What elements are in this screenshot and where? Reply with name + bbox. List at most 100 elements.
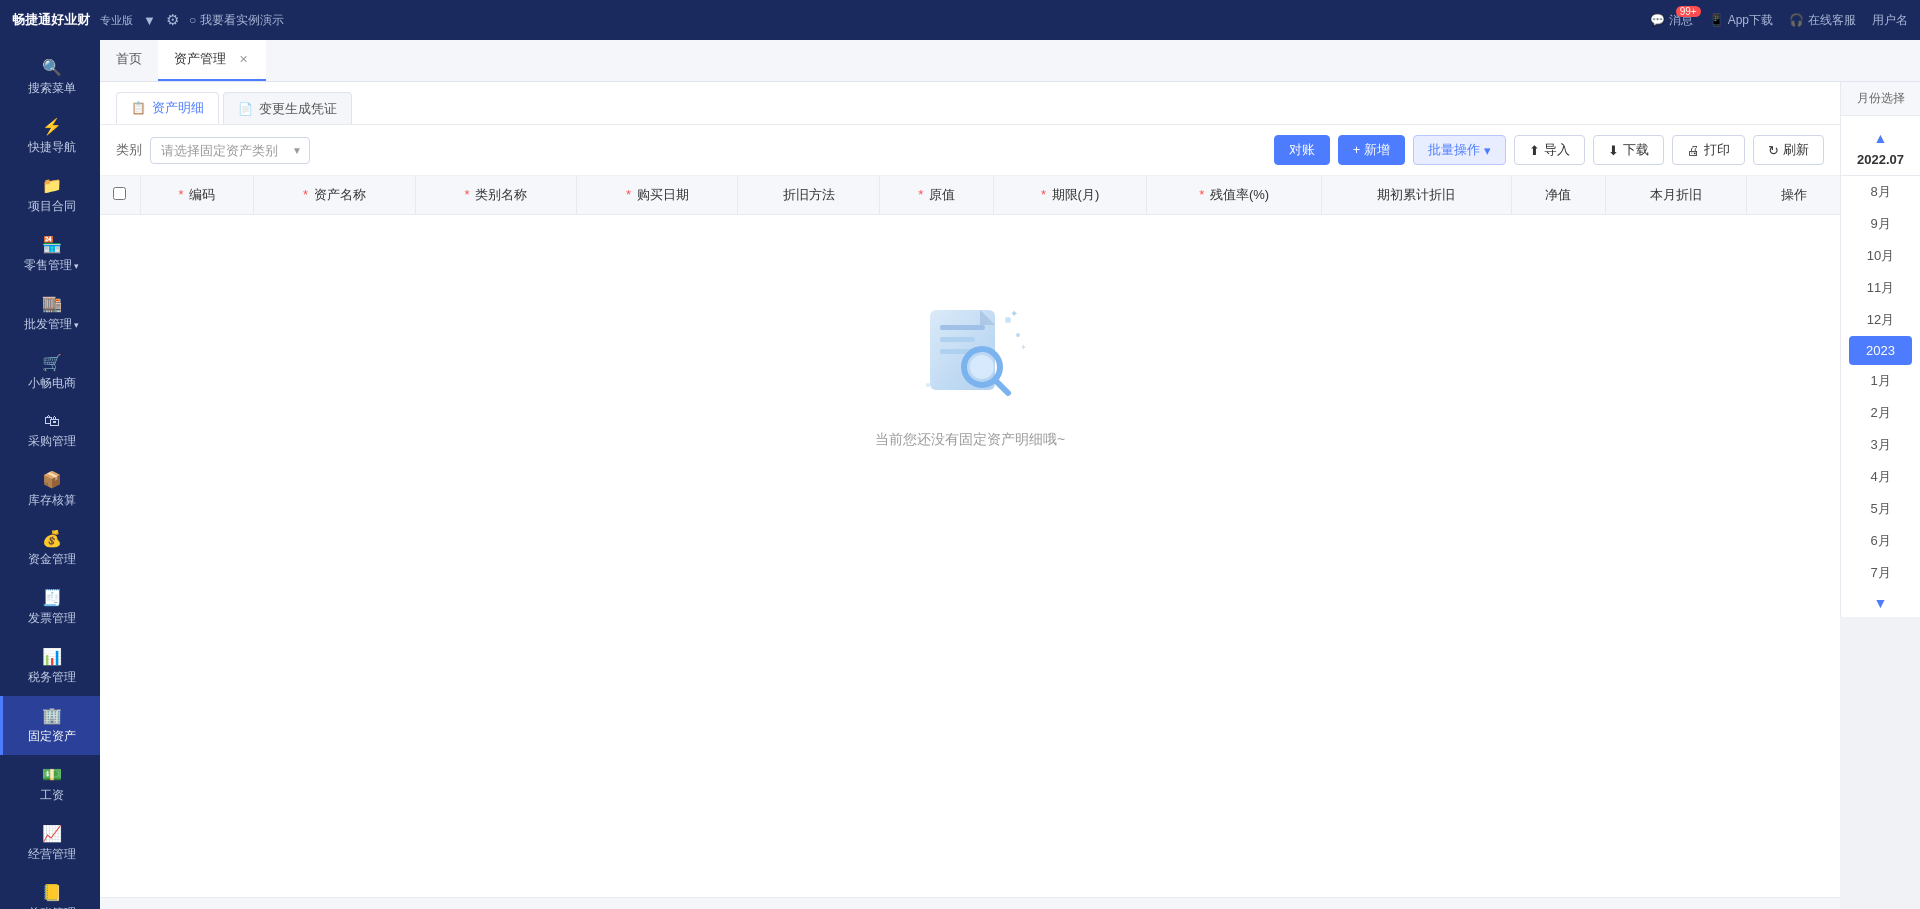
add-button[interactable]: + 新增 <box>1338 135 1405 165</box>
toolbar-right: 对账 + 新增 批量操作 ▾ ⬆ 导入 ⬇ 下载 <box>1274 135 1824 165</box>
online-service-btn[interactable]: 🎧 在线客服 <box>1789 12 1856 29</box>
tab-close-icon[interactable]: ✕ <box>236 52 250 66</box>
batch-button[interactable]: 批量操作 ▾ <box>1413 135 1506 165</box>
th-code: * 编码 <box>140 176 254 215</box>
sub-tab-voucher-label: 变更生成凭证 <box>259 100 337 118</box>
sidebar-item-wholesale[interactable]: 🏬 批发管理 ▾ <box>0 284 100 343</box>
demo-link[interactable]: ○ 我要看实例演示 <box>189 12 284 29</box>
online-service-label: 在线客服 <box>1808 12 1856 29</box>
empty-state-cell: ✦ ✦ 当前您还没有固定资产明细哦~ <box>100 215 1840 530</box>
sidebar-item-quicknav[interactable]: ⚡ 快捷导航 <box>0 107 100 166</box>
filter-select-wrapper: 请选择固定资产类别 <box>150 137 310 164</box>
user-name[interactable]: 用户名 <box>1872 12 1908 29</box>
month-list: 8月 9月 10月 11月 12月 2023 1月 2月 3月 4月 5月 6月… <box>1841 176 1920 589</box>
month-item-10[interactable]: 10月 <box>1841 240 1920 272</box>
month-item-7[interactable]: 7月 <box>1841 557 1920 589</box>
month-item-2[interactable]: 2月 <box>1841 397 1920 429</box>
demo-label: 我要看实例演示 <box>200 12 284 29</box>
svg-point-8 <box>1016 333 1020 337</box>
sidebar-item-retail[interactable]: 🏪 零售管理 ▾ <box>0 225 100 284</box>
month-item-3[interactable]: 3月 <box>1841 429 1920 461</box>
sidebar-item-salary[interactable]: 💵 工资 <box>0 755 100 814</box>
month-item-6[interactable]: 6月 <box>1841 525 1920 557</box>
sidebar-item-inventory[interactable]: 📦 库存核算 <box>0 460 100 519</box>
month-item-11[interactable]: 11月 <box>1841 272 1920 304</box>
category-select[interactable]: 请选择固定资产类别 <box>150 137 310 164</box>
import-button[interactable]: ⬆ 导入 <box>1514 135 1585 165</box>
sidebar-item-search[interactable]: 🔍 搜索菜单 <box>0 48 100 107</box>
svg-text:✦: ✦ <box>1020 343 1027 352</box>
svg-rect-2 <box>940 337 975 342</box>
sidebar-item-ecommerce[interactable]: 🛒 小畅电商 <box>0 343 100 402</box>
sub-tabs: 📋 资产明细 📄 变更生成凭证 <box>100 82 1840 125</box>
th-net-value: 净值 <box>1511 176 1605 215</box>
table-body: ✦ ✦ 当前您还没有固定资产明细哦~ <box>100 215 1840 530</box>
th-method: 折旧方法 <box>738 176 880 215</box>
settings-icon[interactable]: ⚙ <box>166 11 179 29</box>
import-label: 导入 <box>1544 141 1570 159</box>
sidebar-item-project[interactable]: 📁 项目合同 <box>0 166 100 225</box>
import-icon: ⬆ <box>1529 143 1540 158</box>
month-panel-wrapper: 月份选择 ▲ 2022.07 8月 9月 10月 11月 12月 2023 <box>1840 82 1920 909</box>
sidebar-ledger-label: 总账管理 <box>28 905 76 909</box>
sub-tab-voucher[interactable]: 📄 变更生成凭证 <box>223 92 352 124</box>
tab-home[interactable]: 首页 <box>100 40 158 81</box>
print-button[interactable]: 🖨 打印 <box>1672 135 1745 165</box>
table-container: * 编码 * 资产名称 * 类别名称 <box>100 176 1840 897</box>
sub-tab-detail-label: 资产明细 <box>152 99 204 117</box>
sidebar-item-ledger[interactable]: 📒 总账管理 <box>0 873 100 909</box>
th-original-value: * 原值 <box>880 176 994 215</box>
sidebar-item-invoice[interactable]: 🧾 发票管理 <box>0 578 100 637</box>
sidebar-item-tax[interactable]: 📊 税务管理 <box>0 637 100 696</box>
sidebar-salary-label: 工资 <box>40 787 64 804</box>
main-content: 📋 资产明细 📄 变更生成凭证 类别 <box>100 82 1840 909</box>
headset-icon: 🎧 <box>1789 13 1804 27</box>
sidebar-assets-label: 固定资产 <box>28 728 76 745</box>
search-icon: 🔍 <box>42 58 62 77</box>
bottom-scrollbar[interactable] <box>100 897 1840 909</box>
sidebar-item-assets[interactable]: 🏢 固定资产 <box>0 696 100 755</box>
refresh-label: 刷新 <box>1783 141 1809 159</box>
sidebar-item-business[interactable]: 📈 经营管理 <box>0 814 100 873</box>
month-item-4[interactable]: 4月 <box>1841 461 1920 493</box>
svg-line-6 <box>995 380 1008 393</box>
ecommerce-icon: 🛒 <box>42 353 62 372</box>
month-item-2023[interactable]: 2023 <box>1849 336 1912 365</box>
month-next-btn[interactable]: ▼ <box>1868 593 1894 613</box>
month-item-12[interactable]: 12月 <box>1841 304 1920 336</box>
sidebar-retail-label: 零售管理 <box>24 257 72 274</box>
month-item-1[interactable]: 1月 <box>1841 365 1920 397</box>
tab-assets[interactable]: 资产管理 ✕ <box>158 40 266 81</box>
month-item-8[interactable]: 8月 <box>1841 176 1920 208</box>
refresh-button[interactable]: ↻ 刷新 <box>1753 135 1824 165</box>
company-dropdown[interactable]: ▼ <box>143 13 156 28</box>
retail-icon: 🏪 <box>42 235 62 254</box>
download-button[interactable]: ⬇ 下载 <box>1593 135 1664 165</box>
content-wrapper: 📋 资产明细 📄 变更生成凭证 类别 <box>100 82 1920 909</box>
app-download-btn[interactable]: 📱 App下载 <box>1709 12 1773 29</box>
message-icon: 💬 <box>1650 13 1665 27</box>
empty-row: ✦ ✦ 当前您还没有固定资产明细哦~ <box>100 215 1840 530</box>
month-item-9[interactable]: 9月 <box>1841 208 1920 240</box>
svg-text:✦: ✦ <box>1010 308 1018 319</box>
sidebar-item-finance[interactable]: 💰 资金管理 <box>0 519 100 578</box>
sidebar-item-purchase[interactable]: 🛍 采购管理 <box>0 402 100 460</box>
month-item-5[interactable]: 5月 <box>1841 493 1920 525</box>
sidebar-ecommerce-label: 小畅电商 <box>28 375 76 392</box>
select-all-checkbox[interactable] <box>113 187 126 200</box>
svg-point-9 <box>926 383 930 387</box>
invoice-icon: 🧾 <box>42 588 62 607</box>
th-operation: 操作 <box>1747 176 1840 215</box>
reconcile-button[interactable]: 对账 <box>1274 135 1330 165</box>
sub-tabs-left: 📋 资产明细 📄 变更生成凭证 <box>116 92 352 124</box>
sub-tab-detail[interactable]: 📋 资产明细 <box>116 92 219 124</box>
chevron-down-icon2: ▾ <box>74 320 79 330</box>
month-nav-bottom: ▼ <box>1841 589 1920 617</box>
download-icon: ⬇ <box>1608 143 1619 158</box>
voucher-tab-icon: 📄 <box>238 102 253 116</box>
refresh-icon: ↻ <box>1768 143 1779 158</box>
th-residual-rate: * 残值率(%) <box>1147 176 1322 215</box>
message-btn[interactable]: 💬 消息 99+ <box>1650 12 1693 29</box>
month-prev-btn[interactable]: ▲ <box>1868 128 1894 148</box>
ledger-icon: 📒 <box>42 883 62 902</box>
